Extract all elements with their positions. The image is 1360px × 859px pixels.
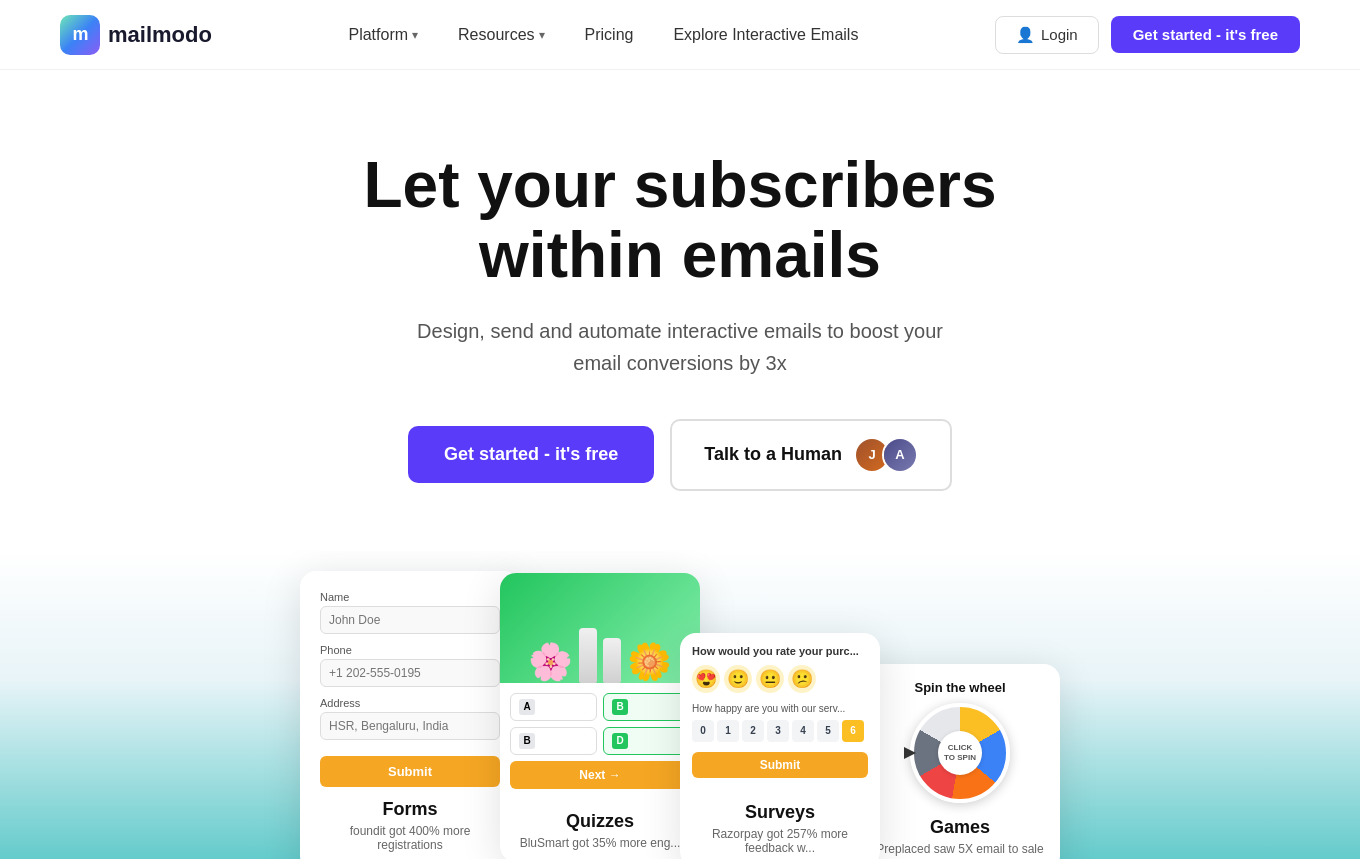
flower-icon: 🌼 [627,641,672,683]
quizzes-card-label: Quizzes [500,811,700,832]
spin-wheel[interactable]: CLICKTO SPIN [910,703,1010,803]
quizzes-card: 🌸 🌼 A B B [500,573,700,859]
quiz-option-b[interactable]: B [603,693,690,721]
nav-interactive-emails[interactable]: Explore Interactive Emails [657,18,874,52]
games-card-sublabel: Preplaced saw 5X email to sale [876,842,1044,856]
quiz-row: B D [510,727,690,755]
wheel-container: Spin the wheel CLICKTO SPIN [876,680,1044,803]
hero-section: Let your subscribers within emails Desig… [0,70,1360,551]
survey-emoji-row: 😍 🙂 😐 😕 [692,665,868,693]
survey-submit-button[interactable]: Submit [692,752,868,778]
spin-button[interactable]: CLICKTO SPIN [938,731,982,775]
flower-icon: 🌸 [528,641,573,683]
games-card: Spin the wheel CLICKTO SPIN Games Prepla… [860,664,1060,859]
hero-talk-human-button[interactable]: Talk to a Human J A [670,419,952,491]
survey-question-2: How happy are you with our serv... [692,703,868,714]
quiz-option-a[interactable]: A [510,693,597,721]
wheel-title: Spin the wheel [914,680,1005,695]
emoji-option[interactable]: 😍 [692,665,720,693]
name-input[interactable] [320,606,500,634]
hero-actions: Get started - it's free Talk to a Human … [40,419,1320,491]
bottle-icon [579,628,597,683]
user-icon: 👤 [1016,26,1035,44]
nav-get-started-button[interactable]: Get started - it's free [1111,16,1300,53]
nav-resources[interactable]: Resources ▾ [442,18,560,52]
emoji-option[interactable]: 🙂 [724,665,752,693]
scale-4[interactable]: 4 [792,720,814,742]
scale-3[interactable]: 3 [767,720,789,742]
chevron-down-icon: ▾ [539,28,545,42]
hero-subtext: Design, send and automate interactive em… [400,315,960,379]
quiz-next-button[interactable]: Next → [510,761,690,789]
emoji-option[interactable]: 😐 [756,665,784,693]
logo[interactable]: m mailmodo [60,15,212,55]
bottle-icon [603,638,621,683]
forms-card-label: Forms [320,799,500,820]
nav-links: Platform ▾ Resources ▾ Pricing Explore I… [332,18,874,52]
quiz-option-b2[interactable]: B [510,727,597,755]
demo-cards-section: Name Phone Address Submit Forms foundit … [0,551,1360,859]
forms-card-sublabel: foundit got 400% more registrations [320,824,500,852]
address-label: Address [320,697,500,709]
login-button[interactable]: 👤 Login [995,16,1099,54]
cards-container: Name Phone Address Submit Forms foundit … [0,551,1360,859]
scale-5[interactable]: 5 [817,720,839,742]
quizzes-card-sublabel: BluSmart got 35% more eng... [500,836,700,859]
address-input[interactable] [320,712,500,740]
name-field-group: Name [320,591,500,634]
emoji-option[interactable]: 😕 [788,665,816,693]
nav-actions: 👤 Login Get started - it's free [995,16,1300,54]
survey-question-1: How would you rate your purc... [692,645,868,657]
avatar-group: J A [854,437,918,473]
quiz-row: A B [510,693,690,721]
quiz-options: A B B D Next → [500,683,700,799]
hero-headline: Let your subscribers within emails [230,150,1130,291]
nav-pricing[interactable]: Pricing [569,18,650,52]
navbar: m mailmodo Platform ▾ Resources ▾ Pricin… [0,0,1360,70]
nav-platform[interactable]: Platform ▾ [332,18,434,52]
games-card-label: Games [876,817,1044,838]
scale-2[interactable]: 2 [742,720,764,742]
phone-label: Phone [320,644,500,656]
phone-field-group: Phone [320,644,500,687]
quiz-option-d[interactable]: D [603,727,690,755]
phone-input[interactable] [320,659,500,687]
chevron-down-icon: ▾ [412,28,418,42]
survey-scale: 0 1 2 3 4 5 6 [692,720,868,742]
survey-content: How would you rate your purc... 😍 🙂 😐 😕 … [680,633,880,790]
surveys-card-label: Surveys [680,802,880,823]
address-field-group: Address [320,697,500,740]
name-label: Name [320,591,500,603]
wheel-arrow-icon [904,747,916,759]
forms-card: Name Phone Address Submit Forms foundit … [300,571,520,859]
hero-get-started-button[interactable]: Get started - it's free [408,426,654,483]
scale-0[interactable]: 0 [692,720,714,742]
logo-icon: m [60,15,100,55]
quiz-image: 🌸 🌼 [500,573,700,683]
scale-1[interactable]: 1 [717,720,739,742]
logo-text: mailmodo [108,22,212,48]
forms-submit-button[interactable]: Submit [320,756,500,787]
scale-6[interactable]: 6 [842,720,864,742]
surveys-card-sublabel: Razorpay got 257% more feedback w... [680,827,880,859]
avatar: A [882,437,918,473]
surveys-card: How would you rate your purc... 😍 🙂 😐 😕 … [680,633,880,859]
